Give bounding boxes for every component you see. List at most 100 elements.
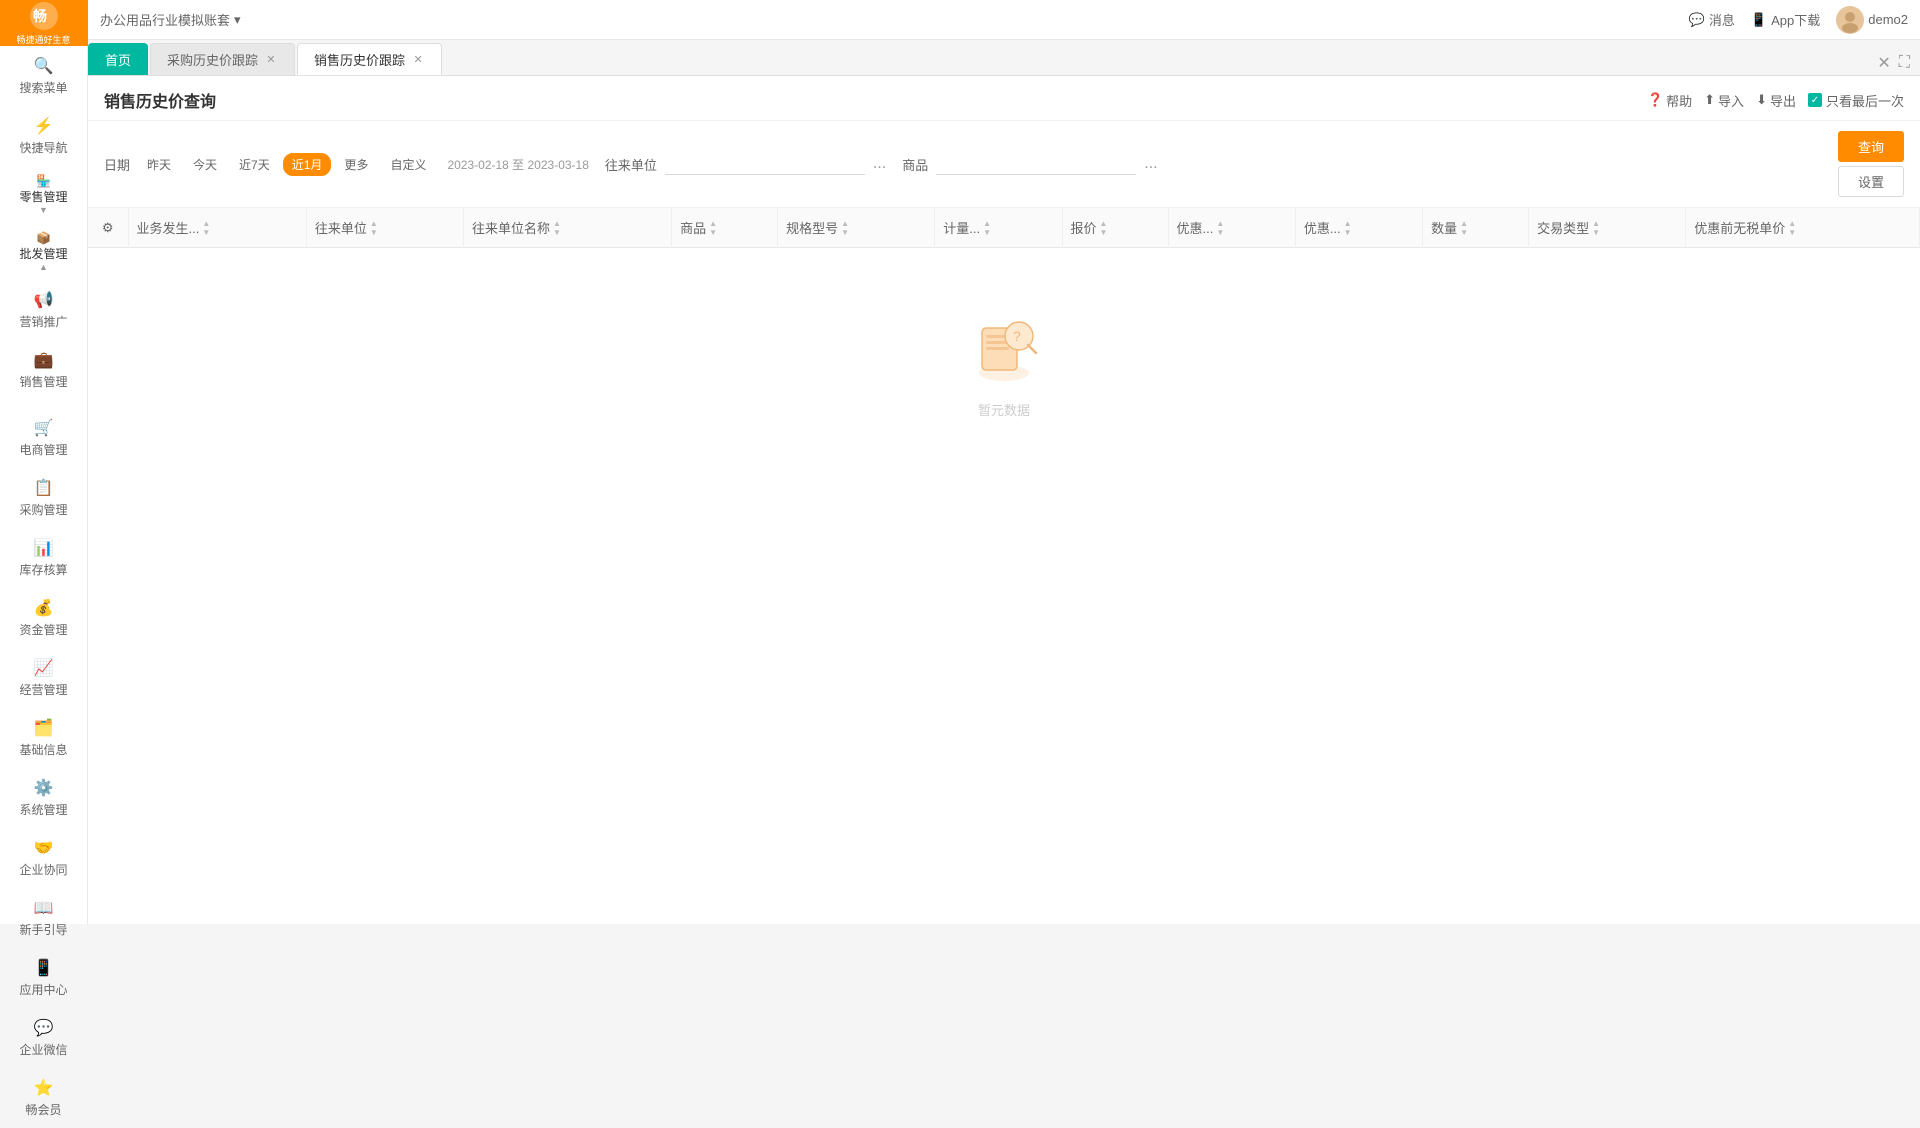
empty-state-icon: ? [964,308,1044,388]
member-club-icon: ⭐ [34,1078,54,1098]
sidebar-item-wholesale-mgmt[interactable]: 📦 批发管理 ▲ [0,223,88,280]
col-quoted-price[interactable]: 报价 ▲▼ [1062,208,1168,248]
message-button[interactable]: 💬 消息 [1689,10,1735,29]
industry-selector[interactable]: 办公用品行业模拟账套 ▾ [100,10,241,29]
partner-filter-input[interactable] [665,153,865,175]
sidebar-item-label: 电商管理 [19,441,67,458]
export-label: 导出 [1770,91,1796,110]
settings-button[interactable]: 设置 [1838,166,1904,197]
partner-filter-group: 往来单位 ... [605,153,886,175]
search-menu-icon: 🔍 [34,56,54,76]
col-goods[interactable]: 商品 ▲▼ [672,208,778,248]
col-biz-date[interactable]: 业务发生... ▲▼ [128,208,306,248]
date-buttons: 昨天 今天 近7天 近1月 更多 自定义 [138,153,435,176]
col-pre-tax-price[interactable]: 优惠前无税单价 ▲▼ [1686,208,1920,248]
sidebar-item-marketing[interactable]: 📢 营销推广 [0,280,88,340]
sidebar-item-search-menu[interactable]: 🔍 搜索菜单 [0,46,88,106]
page-title: 销售历史价查询 [104,88,216,112]
user-menu[interactable]: demo2 [1836,6,1908,34]
table-header-row: ⚙ 业务发生... ▲▼ 往来单位 ▲▼ [88,208,1920,248]
sidebar-item-corp-wechat[interactable]: 💬 企业微信 [0,1008,88,1068]
sidebar-item-label: 系统管理 [19,801,67,818]
col-quantity[interactable]: 数量 ▲▼ [1423,208,1529,248]
tab-sales-history-label: 销售历史价跟踪 [314,50,405,69]
newbie-guide-icon: 📖 [34,898,54,918]
goods-filter-dots[interactable]: ... [1144,155,1157,173]
marketing-icon: 📢 [34,290,54,310]
col-discount1[interactable]: 优惠... ▲▼ [1168,208,1295,248]
col-trade-type[interactable]: 交易类型 ▲▼ [1529,208,1686,248]
import-button[interactable]: ⬆ 导入 [1704,91,1744,110]
col-partner-name[interactable]: 往来单位名称 ▲▼ [463,208,671,248]
goods-filter-label: 商品 [902,155,928,174]
date-btn-today[interactable]: 今天 [184,153,226,176]
date-btn-7days[interactable]: 近7天 [230,153,279,176]
retail-mgmt-icon: 🏪 [36,174,51,188]
filter-bar: 日期 昨天 今天 近7天 近1月 更多 自定义 2023-02-18 至 202… [88,121,1920,208]
help-button[interactable]: ❓ 帮助 [1647,91,1692,110]
sidebar-item-ecommerce[interactable]: 🛒 电商管理 [0,408,88,468]
query-button[interactable]: 查询 [1838,131,1904,162]
date-btn-yesterday[interactable]: 昨天 [138,153,180,176]
date-btn-1month[interactable]: 近1月 [283,153,332,176]
date-range-display: 2023-02-18 至 2023-03-18 [447,156,588,173]
empty-state: ? 暂元数据 [88,248,1920,479]
col-settings[interactable]: ⚙ [88,208,128,248]
app-download-icon: 📱 [1751,12,1767,28]
sidebar-item-purchase-mgmt[interactable]: 📋 采购管理 [0,468,88,528]
operations-icon: 📈 [34,658,54,678]
sidebar-item-operations[interactable]: 📈 经营管理 [0,648,88,708]
inventory-icon: 📊 [34,538,54,558]
export-icon: ⬇ [1756,92,1767,108]
sidebar-item-label: 企业协同 [19,861,67,878]
col-discount2[interactable]: 优惠... ▲▼ [1295,208,1422,248]
sidebar-item-label: 基础信息 [19,741,67,758]
svg-text:畅: 畅 [33,8,47,24]
logo-icon: 畅 [28,0,60,32]
only-last-checkbox-label[interactable]: ✓ 只看最后一次 [1808,91,1904,110]
tab-purchase-history-close[interactable]: ✕ [264,53,278,67]
export-button[interactable]: ⬇ 导出 [1756,91,1796,110]
topbar-right: 💬 消息 📱 App下载 demo2 [1689,6,1908,34]
sidebar-item-app-center[interactable]: 📱 应用中心 [0,948,88,1008]
sidebar-item-inventory[interactable]: 📊 库存核算 [0,528,88,588]
date-btn-more[interactable]: 更多 [335,153,377,176]
tab-fullscreen-button[interactable]: ⛶ [1899,54,1910,72]
col-partner-code[interactable]: 往来单位 ▲▼ [306,208,463,248]
message-icon: 💬 [1689,12,1705,28]
ecommerce-icon: 🛒 [34,418,54,438]
tab-sales-history-close[interactable]: ✕ [411,52,425,66]
page-header-actions: ❓ 帮助 ⬆ 导入 ⬇ 导出 ✓ 只看最后一次 [1647,91,1904,110]
settings-icon[interactable]: ⚙ [102,220,114,235]
sidebar-item-label: 库存核算 [19,561,67,578]
sidebar-item-basic-info[interactable]: 🗂️ 基础信息 [0,708,88,768]
sidebar-item-corp-agreement[interactable]: 🤝 企业协同 [0,828,88,888]
sidebar: 畅 畅捷通好生意 🔍 搜索菜单 ⚡ 快捷导航 🏪 零售管理 ▼ 📦 批发管理 ▲… [0,0,88,924]
sidebar-item-finance[interactable]: 💰 资金管理 [0,588,88,648]
only-last-label: 只看最后一次 [1826,91,1904,110]
system-mgmt-icon: ⚙️ [34,778,54,798]
col-unit[interactable]: 计量... ▲▼ [935,208,1062,248]
date-btn-custom[interactable]: 自定义 [381,153,435,176]
tab-close-all-button[interactable]: ✕ [1877,53,1890,73]
sidebar-item-quick-nav[interactable]: ⚡ 快捷导航 [0,106,88,166]
tab-sales-history[interactable]: 销售历史价跟踪 ✕ [297,43,442,75]
sidebar-item-system-mgmt[interactable]: ⚙️ 系统管理 [0,768,88,828]
partner-filter-label: 往来单位 [605,155,657,174]
sidebar-item-sales-mgmt[interactable]: 💼 销售管理 [0,340,88,400]
sidebar-item-label: 搜索菜单 [19,79,67,96]
only-last-checkbox[interactable]: ✓ [1808,93,1822,107]
tab-home[interactable]: 首页 [88,43,148,75]
app-download-label: App下载 [1771,10,1820,29]
col-spec[interactable]: 规格型号 ▲▼ [778,208,935,248]
date-filter-group: 日期 昨天 今天 近7天 近1月 更多 自定义 2023-02-18 至 202… [104,153,589,176]
user-name: demo2 [1868,12,1908,27]
partner-filter-dots[interactable]: ... [873,155,886,173]
sidebar-item-retail-mgmt[interactable]: 🏪 零售管理 ▼ [0,166,88,223]
tab-purchase-history[interactable]: 采购历史价跟踪 ✕ [150,43,295,75]
app-download-button[interactable]: 📱 App下载 [1751,10,1820,29]
sidebar-item-newbie-guide[interactable]: 📖 新手引导 [0,888,88,948]
sidebar-item-member-club[interactable]: ⭐ 畅会员 [0,1068,88,1128]
goods-filter-input[interactable] [936,153,1136,175]
app-logo[interactable]: 畅 畅捷通好生意 [0,0,88,46]
